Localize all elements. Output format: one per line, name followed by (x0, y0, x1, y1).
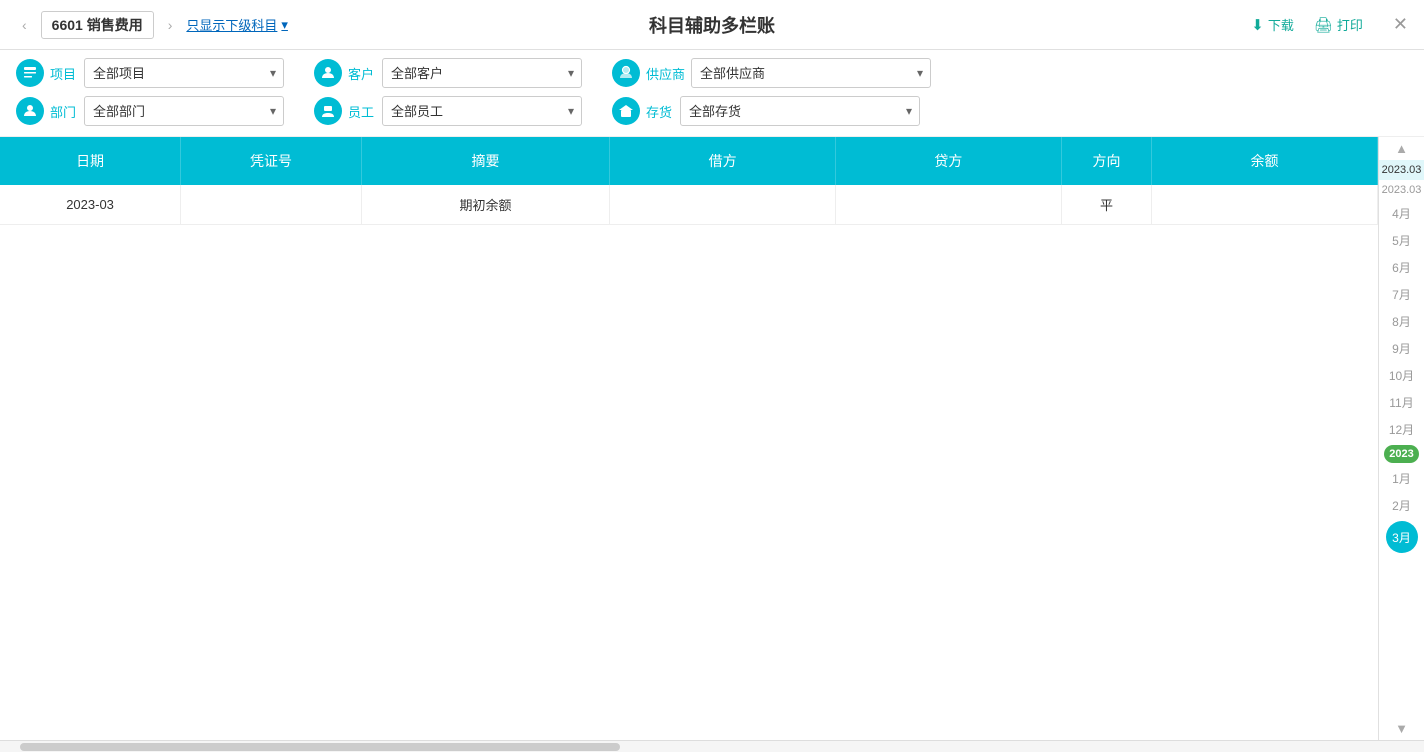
inventory-select[interactable]: 全部存货 (680, 96, 920, 126)
filter-row-2: 部门 全部部门 ▾ 员工 全部员工 ▾ (0, 96, 1424, 137)
employee-select-wrapper: 全部员工 ▾ (382, 96, 582, 126)
horizontal-scrollbar[interactable] (0, 740, 1424, 752)
department-filter-group: 部门 全部部门 ▾ (16, 96, 284, 126)
cell-voucher (181, 185, 362, 225)
filter-row-1: 项目 全部项目 ▾ 客户 全部客户 ▾ (0, 50, 1424, 96)
period-2023-03-second[interactable]: 2023.03 (1379, 180, 1424, 200)
scroll-down-icon: ▼ (1395, 721, 1408, 736)
inventory-select-wrapper: 全部存货 ▾ (680, 96, 920, 126)
cell-direction: 平 (1061, 185, 1151, 225)
period-1-month[interactable]: 1月 (1379, 465, 1424, 492)
download-button[interactable]: ⬇ 下载 (1251, 15, 1294, 34)
period-4-month[interactable]: 4月 (1379, 200, 1424, 227)
sidebar-scroll-up-button[interactable]: ▲ (1379, 137, 1424, 160)
period-2023-03-first[interactable]: 2023.03 (1379, 160, 1424, 180)
col-header-credit: 贷方 (835, 137, 1061, 185)
employee-icon (314, 97, 342, 125)
customer-select[interactable]: 全部客户 (382, 58, 582, 88)
employee-label: 员工 (348, 102, 376, 121)
main-window: ‹ 6601 销售费用 › 只显示下级科目 ▾ 科目辅助多栏账 ⬇ 下载 🖨 打… (0, 0, 1424, 752)
period-12-month[interactable]: 12月 (1379, 416, 1424, 443)
period-2-month[interactable]: 2月 (1379, 492, 1424, 519)
cell-balance (1152, 185, 1378, 225)
page-title: 科目辅助多栏账 (649, 12, 775, 38)
project-select[interactable]: 全部项目 (84, 58, 284, 88)
supplier-filter-group: 供应商 全部供应商 ▾ (612, 58, 931, 88)
inventory-icon (612, 97, 640, 125)
project-icon (16, 59, 44, 87)
period-3-month-active[interactable]: 3月 (1386, 521, 1418, 553)
scrollbar-thumb[interactable] (20, 743, 620, 751)
supplier-label: 供应商 (646, 64, 685, 83)
table-header-row: 日期 凭证号 摘要 借方 贷方 方向 余额 (0, 137, 1378, 185)
main-content: 日期 凭证号 摘要 借方 贷方 方向 余额 2023-03 期初余额 (0, 137, 1424, 740)
col-header-voucher: 凭证号 (181, 137, 362, 185)
scroll-up-icon: ▲ (1395, 141, 1408, 156)
project-label: 项目 (50, 64, 78, 83)
cell-debit (610, 185, 836, 225)
department-select-wrapper: 全部部门 ▾ (84, 96, 284, 126)
customer-label: 客户 (348, 64, 376, 83)
period-6-month[interactable]: 6月 (1379, 254, 1424, 281)
show-sub-toggle[interactable]: 只显示下级科目 ▾ (186, 15, 288, 34)
print-button[interactable]: 🖨 打印 (1314, 15, 1363, 34)
year-2023-badge[interactable]: 2023 (1384, 445, 1419, 463)
cell-summary: 期初余额 (361, 185, 609, 225)
show-sub-label: 只显示下级科目 (186, 15, 277, 34)
nav-next-button[interactable]: › (162, 15, 179, 35)
customer-select-wrapper: 全部客户 ▾ (382, 58, 582, 88)
ledger-table: 日期 凭证号 摘要 借方 贷方 方向 余额 2023-03 期初余额 (0, 137, 1378, 225)
col-header-debit: 借方 (610, 137, 836, 185)
department-icon (16, 97, 44, 125)
period-10-month[interactable]: 10月 (1379, 362, 1424, 389)
nav-prev-button[interactable]: ‹ (16, 15, 33, 35)
customer-filter-group: 客户 全部客户 ▾ (314, 58, 582, 88)
title-bar-left: ‹ 6601 销售费用 › 只显示下级科目 ▾ (16, 11, 288, 39)
project-select-wrapper: 全部项目 ▾ (84, 58, 284, 88)
cell-date: 2023-03 (0, 185, 181, 225)
employee-select[interactable]: 全部员工 (382, 96, 582, 126)
close-button[interactable]: ✕ (1393, 14, 1408, 35)
account-code-display[interactable]: 6601 销售费用 (41, 11, 154, 39)
download-label: 下载 (1268, 15, 1294, 34)
project-filter-group: 项目 全部项目 ▾ (16, 58, 284, 88)
inventory-filter-group: 存货 全部存货 ▾ (612, 96, 920, 126)
supplier-icon (612, 59, 640, 87)
title-bar: ‹ 6601 销售费用 › 只显示下级科目 ▾ 科目辅助多栏账 ⬇ 下载 🖨 打… (0, 0, 1424, 50)
period-sidebar: ▲ 2023.03 2023.03 4月 5月 6月 7月 8月 9月 10月 … (1378, 137, 1424, 740)
supplier-select[interactable]: 全部供应商 (691, 58, 931, 88)
print-label: 打印 (1337, 15, 1363, 34)
cell-credit (835, 185, 1061, 225)
inventory-label: 存货 (646, 102, 674, 121)
col-header-direction: 方向 (1061, 137, 1151, 185)
department-select[interactable]: 全部部门 (84, 96, 284, 126)
table-area[interactable]: 日期 凭证号 摘要 借方 贷方 方向 余额 2023-03 期初余额 (0, 137, 1378, 740)
supplier-select-wrapper: 全部供应商 ▾ (691, 58, 931, 88)
col-header-summary: 摘要 (361, 137, 609, 185)
download-icon: ⬇ (1251, 16, 1264, 34)
department-label: 部门 (50, 102, 78, 121)
employee-filter-group: 员工 全部员工 ▾ (314, 96, 582, 126)
period-8-month[interactable]: 8月 (1379, 308, 1424, 335)
table-row: 2023-03 期初余额 平 (0, 185, 1378, 225)
period-7-month[interactable]: 7月 (1379, 281, 1424, 308)
customer-icon (314, 59, 342, 87)
period-5-month[interactable]: 5月 (1379, 227, 1424, 254)
print-icon: 🖨 (1314, 16, 1333, 34)
show-sub-arrow-icon: ▾ (281, 17, 288, 33)
title-bar-right: ⬇ 下载 🖨 打印 ✕ (1251, 14, 1408, 35)
period-9-month[interactable]: 9月 (1379, 335, 1424, 362)
col-header-balance: 余额 (1152, 137, 1378, 185)
period-11-month[interactable]: 11月 (1379, 389, 1424, 416)
sidebar-scroll-down-button[interactable]: ▼ (1379, 717, 1424, 740)
col-header-date: 日期 (0, 137, 181, 185)
